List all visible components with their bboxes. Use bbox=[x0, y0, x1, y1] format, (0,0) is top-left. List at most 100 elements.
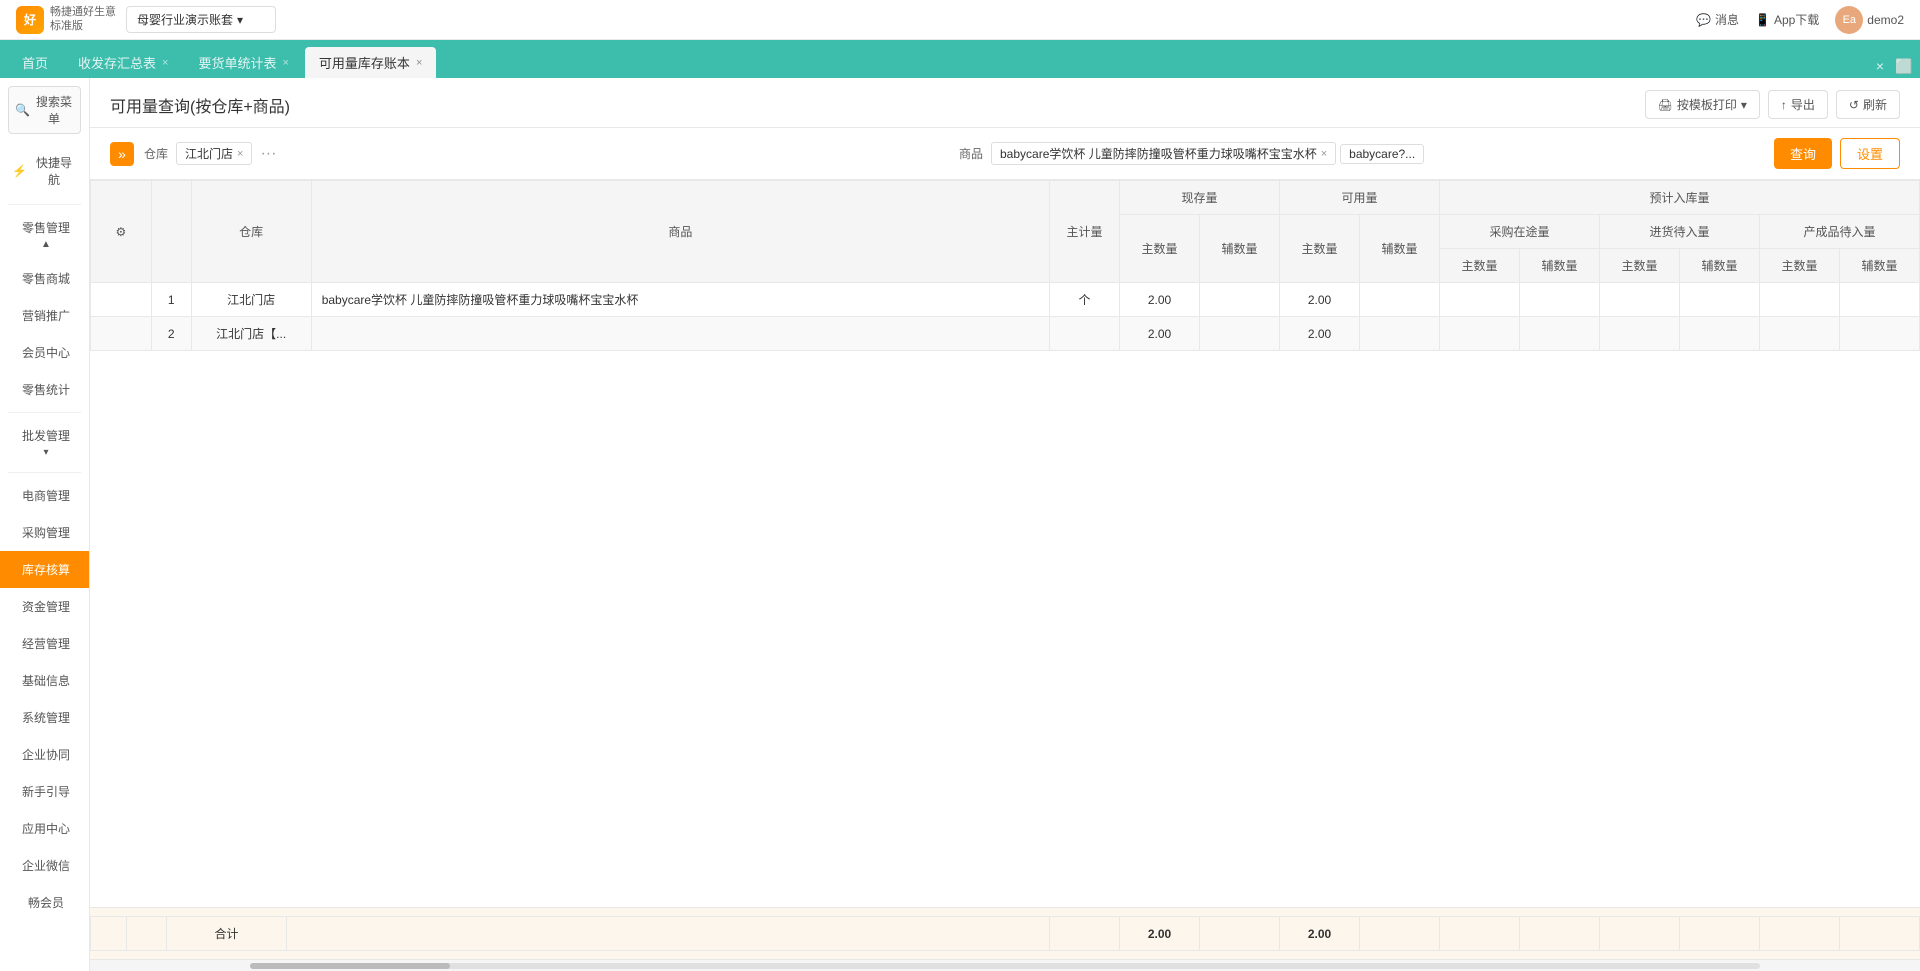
sidebar-item-system[interactable]: 系统管理 bbox=[0, 699, 89, 736]
cell-purchase-main-1 bbox=[1440, 317, 1520, 351]
refresh-icon: ↺ bbox=[1849, 98, 1859, 112]
cell-warehouse-0: 江北门店 bbox=[191, 283, 311, 317]
tab-receipts-close[interactable]: × bbox=[162, 57, 168, 69]
sidebar-item-retail-mgmt[interactable]: 零售管理 ▲ bbox=[0, 209, 89, 260]
cell-unit-0: 个 bbox=[1050, 283, 1120, 317]
sidebar-item-inventory[interactable]: 库存核算 bbox=[0, 551, 89, 588]
table-row: 2 江北门店【... 2.00 2.00 bbox=[91, 317, 1920, 351]
query-button[interactable]: 查询 bbox=[1774, 138, 1832, 169]
cell-index-0: 1 bbox=[151, 283, 191, 317]
top-bar-left: 好 畅捷通好生意 标准版 母婴行业演示账套 ▾ bbox=[16, 6, 276, 34]
cell-purchase-main-0 bbox=[1440, 283, 1520, 317]
cell-products-main-1 bbox=[1760, 317, 1840, 351]
message-button[interactable]: 💬 消息 bbox=[1696, 11, 1739, 28]
total-label: 合计 bbox=[167, 917, 287, 951]
goods-filter-label: 商品 bbox=[959, 145, 983, 162]
sidebar-item-wechat[interactable]: 企业微信 bbox=[0, 847, 89, 884]
sidebar-item-retail-mall[interactable]: 零售商城 bbox=[0, 260, 89, 297]
scroll-thumb[interactable] bbox=[250, 963, 450, 969]
app-download-button[interactable]: 📱 App下载 bbox=[1755, 11, 1819, 28]
sidebar-item-basic-info[interactable]: 基础信息 bbox=[0, 662, 89, 699]
cell-avail-main-1: 2.00 bbox=[1280, 317, 1360, 351]
table-row: 1 江北门店 babycare学饮杯 儿童防摔防撞吸管杯重力球吸嘴杯宝宝水杯 个… bbox=[91, 283, 1920, 317]
cell-avail-main-0: 2.00 bbox=[1280, 283, 1360, 317]
logo-area: 好 畅捷通好生意 标准版 bbox=[16, 6, 116, 34]
sidebar-item-ecommerce[interactable]: 电商管理 bbox=[0, 477, 89, 514]
print-button[interactable]: 🖨 按模板打印 ▾ bbox=[1645, 90, 1760, 119]
warehouse-filter-label: 仓库 bbox=[144, 145, 168, 162]
export-icon: ↑ bbox=[1781, 98, 1787, 112]
cell-products-sub-1 bbox=[1840, 317, 1920, 351]
nav-tabs: 首页 收发存汇总表 × 要货单统计表 × 可用量库存账本 × × ⬜ bbox=[0, 40, 1920, 78]
sidebar-item-guide[interactable]: 新手引导 bbox=[0, 773, 89, 810]
cell-purchase-sub-1 bbox=[1520, 317, 1600, 351]
download-icon: 📱 bbox=[1755, 13, 1770, 27]
sidebar-item-finance[interactable]: 资金管理 bbox=[0, 588, 89, 625]
top-bar: 好 畅捷通好生意 标准版 母婴行业演示账套 ▾ 💬 消息 📱 App下载 Ea … bbox=[0, 0, 1920, 40]
tab-orders[interactable]: 要货单统计表 × bbox=[184, 47, 302, 78]
industry-selector[interactable]: 母婴行业演示账套 ▾ bbox=[126, 6, 276, 33]
export-button[interactable]: ↑ 导出 bbox=[1768, 90, 1828, 119]
filter-toggle-button[interactable]: » bbox=[110, 142, 134, 166]
message-icon: 💬 bbox=[1696, 13, 1711, 27]
cell-stock-main-0: 2.00 bbox=[1120, 283, 1200, 317]
cell-stock-sub-1 bbox=[1200, 317, 1280, 351]
cell-settings bbox=[91, 283, 152, 317]
tab-available[interactable]: 可用量库存账本 × bbox=[305, 47, 436, 78]
th-settings[interactable]: ⚙ bbox=[91, 181, 152, 283]
settings-button[interactable]: 设置 bbox=[1840, 138, 1900, 169]
sidebar-item-wholesale[interactable]: 批发管理 ▾ bbox=[0, 417, 89, 468]
horizontal-scrollbar[interactable] bbox=[90, 959, 1920, 971]
goods-tag-0-close[interactable]: × bbox=[1321, 148, 1327, 160]
warehouse-tag-container: 江北门店 × ··· bbox=[176, 142, 949, 165]
page-header: 可用量查询(按仓库+商品) 🖨 按模板打印 ▾ ↑ 导出 ↺ 刷新 bbox=[90, 78, 1920, 128]
sidebar-divider-1 bbox=[8, 204, 81, 205]
sidebar-search-area: 🔍 搜索菜单 bbox=[0, 78, 89, 142]
cell-stock-main-1: 2.00 bbox=[1120, 317, 1200, 351]
maximize-window-button[interactable]: ⬜ bbox=[1896, 58, 1912, 74]
cell-goods-1 bbox=[311, 317, 1049, 351]
search-menu-button[interactable]: 🔍 搜索菜单 bbox=[8, 86, 81, 134]
page-title: 可用量查询(按仓库+商品) bbox=[110, 93, 290, 117]
total-stock-main: 2.00 bbox=[1120, 917, 1200, 951]
sidebar-item-operations[interactable]: 经营管理 bbox=[0, 625, 89, 662]
close-window-button[interactable]: × bbox=[1872, 58, 1888, 74]
cell-index-1: 2 bbox=[151, 317, 191, 351]
sidebar-item-vip[interactable]: 畅会员 bbox=[0, 884, 89, 921]
cell-products-sub-0 bbox=[1840, 283, 1920, 317]
cell-purchase-sub-0 bbox=[1520, 283, 1600, 317]
sidebar-item-member[interactable]: 会员中心 bbox=[0, 334, 89, 371]
filter-area: » 仓库 江北门店 × ··· 商品 babycare学饮杯 儿童防摔防撞吸管杯… bbox=[90, 128, 1920, 180]
user-profile[interactable]: Ea demo2 bbox=[1835, 6, 1904, 34]
warehouse-tag-0: 江北门店 × bbox=[176, 142, 252, 165]
quick-nav-button[interactable]: ⚡ 快捷导航 bbox=[8, 150, 81, 192]
cell-inbound-main-0 bbox=[1600, 283, 1680, 317]
tab-home[interactable]: 首页 bbox=[8, 47, 62, 78]
tab-available-close[interactable]: × bbox=[416, 57, 422, 69]
chevron-up-icon: ▲ bbox=[41, 239, 51, 250]
total-row: 合计 2.00 2.00 bbox=[91, 917, 1920, 951]
refresh-button[interactable]: ↺ 刷新 bbox=[1836, 90, 1900, 119]
cell-inbound-main-1 bbox=[1600, 317, 1680, 351]
filter-group-warehouse: 仓库 江北门店 × ··· bbox=[144, 142, 949, 165]
sidebar-item-retail-stats[interactable]: 零售统计 bbox=[0, 371, 89, 408]
sidebar-item-marketing[interactable]: 营销推广 bbox=[0, 297, 89, 334]
table-footer: 合计 2.00 2.00 bbox=[90, 907, 1920, 959]
inventory-table: ⚙ 仓库 商品 主计量 现存量 可用量 预计入库量 主数量 辅数量 主数量 辅数… bbox=[90, 180, 1920, 351]
logo-icon: 好 bbox=[16, 6, 44, 34]
sidebar-item-app-center[interactable]: 应用中心 bbox=[0, 810, 89, 847]
tab-orders-close[interactable]: × bbox=[282, 57, 288, 69]
chevron-down-icon: ▾ bbox=[43, 447, 48, 458]
sidebar-item-purchase[interactable]: 采购管理 bbox=[0, 514, 89, 551]
warehouse-tag-close[interactable]: × bbox=[237, 148, 243, 160]
total-avail-main: 2.00 bbox=[1280, 917, 1360, 951]
sidebar: 🔍 搜索菜单 ⚡ 快捷导航 零售管理 ▲ 零售商城 营销推广 会员中心 零售统计 bbox=[0, 78, 90, 971]
cell-avail-sub-1 bbox=[1360, 317, 1440, 351]
tab-receipts[interactable]: 收发存汇总表 × bbox=[64, 47, 182, 78]
sidebar-item-enterprise[interactable]: 企业协同 bbox=[0, 736, 89, 773]
search-icon: 🔍 bbox=[15, 103, 30, 117]
logo-text: 畅捷通好生意 标准版 bbox=[50, 6, 116, 32]
warehouse-more-icon[interactable]: ··· bbox=[256, 145, 280, 163]
sidebar-divider-2 bbox=[8, 412, 81, 413]
quick-nav-area: ⚡ 快捷导航 bbox=[0, 142, 89, 200]
